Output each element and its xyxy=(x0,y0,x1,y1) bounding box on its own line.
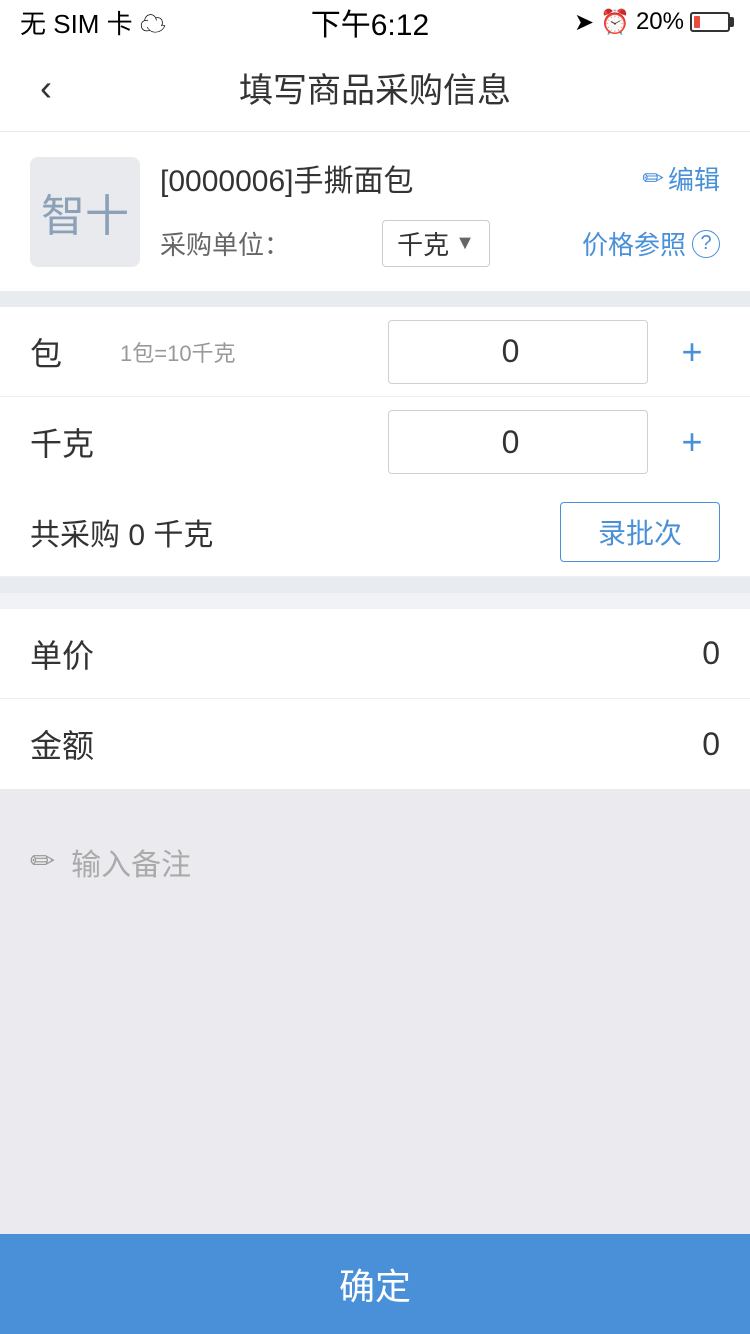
product-info: [0000006]手撕面包 ✏ 编辑 采购单位： 千克 ▼ 价格参照 ? xyxy=(160,156,720,267)
battery-percent: 20% xyxy=(636,8,684,36)
kg-input-row: 千克 + xyxy=(0,397,750,487)
total-unit: 千克 xyxy=(153,519,213,552)
kg-label: 千克 xyxy=(30,419,110,465)
unit-row: 采购单位： 千克 ▼ 价格参照 ? xyxy=(160,220,720,267)
status-right: ➤ ⏰ 20% xyxy=(574,8,730,37)
pack-input-wrapper: + xyxy=(388,320,720,384)
product-card: 智十 [0000006]手撕面包 ✏ 编辑 采购单位： 千克 ▼ 价格参照 ? xyxy=(0,132,750,291)
unit-label: 采购单位： xyxy=(160,225,290,262)
price-ref-label: 价格参照 xyxy=(582,225,686,262)
pack-plus-button[interactable]: + xyxy=(664,324,720,380)
info-section: 单价 0 金额 0 xyxy=(0,609,750,789)
pencil-icon: ✏ xyxy=(30,844,55,879)
total-text: 共采购 0 千克 xyxy=(30,510,213,554)
spacer xyxy=(0,934,750,1234)
price-value: 0 xyxy=(702,635,720,672)
amount-row: 金额 0 xyxy=(0,699,750,789)
page-title: 填写商品采购信息 xyxy=(239,63,511,112)
confirm-button[interactable]: 确定 xyxy=(0,1234,750,1334)
unit-arrow-icon: ▼ xyxy=(455,232,475,255)
pack-input[interactable] xyxy=(388,320,648,384)
total-row: 共采购 0 千克 录批次 xyxy=(0,487,750,577)
edit-link[interactable]: ✏ 编辑 xyxy=(642,160,720,197)
pack-sublabel: 1包=10千克 xyxy=(120,336,388,368)
divider-1 xyxy=(0,291,750,307)
status-time: 下午6:12 xyxy=(311,0,429,44)
unit-select[interactable]: 千克 ▼ xyxy=(382,220,490,267)
pack-input-row: 包 1包=10千克 + xyxy=(0,307,750,397)
location-icon: ➤ xyxy=(574,8,594,37)
battery-indicator xyxy=(690,12,730,32)
total-prefix: 共采购 xyxy=(30,519,120,552)
product-image: 智十 xyxy=(30,157,140,267)
kg-plus-button[interactable]: + xyxy=(664,414,720,470)
nav-bar: ‹ 填写商品采购信息 xyxy=(0,44,750,132)
price-row: 单价 0 xyxy=(0,609,750,699)
kg-input[interactable] xyxy=(388,410,648,474)
pack-label: 包 xyxy=(30,329,110,375)
sim-status: 无 SIM 卡 ☁ xyxy=(20,4,166,41)
remark-section[interactable]: ✏ 输入备注 xyxy=(0,789,750,934)
batch-button[interactable]: 录批次 xyxy=(560,502,720,562)
edit-label: 编辑 xyxy=(668,160,720,197)
product-image-placeholder: 智十 xyxy=(41,180,129,244)
product-name-row: [0000006]手撕面包 ✏ 编辑 xyxy=(160,156,720,200)
status-left: 无 SIM 卡 ☁ xyxy=(20,4,166,41)
back-button[interactable]: ‹ xyxy=(30,57,62,119)
product-name: [0000006]手撕面包 xyxy=(160,156,413,200)
divider-2 xyxy=(0,577,750,593)
edit-icon: ✏ xyxy=(642,163,664,194)
kg-input-wrapper: + xyxy=(388,410,720,474)
status-bar: 无 SIM 卡 ☁ 下午6:12 ➤ ⏰ 20% xyxy=(0,0,750,44)
price-ref-link[interactable]: 价格参照 ? xyxy=(582,225,720,262)
amount-value: 0 xyxy=(702,726,720,763)
price-ref-help-icon: ? xyxy=(692,230,720,258)
unit-value: 千克 xyxy=(397,225,449,262)
price-label: 单价 xyxy=(30,631,94,677)
remark-placeholder: 输入备注 xyxy=(71,840,191,884)
alarm-icon: ⏰ xyxy=(600,8,630,37)
total-amount: 0 xyxy=(128,519,153,552)
amount-label: 金额 xyxy=(30,721,94,767)
input-section: 包 1包=10千克 + 千克 + xyxy=(0,307,750,487)
